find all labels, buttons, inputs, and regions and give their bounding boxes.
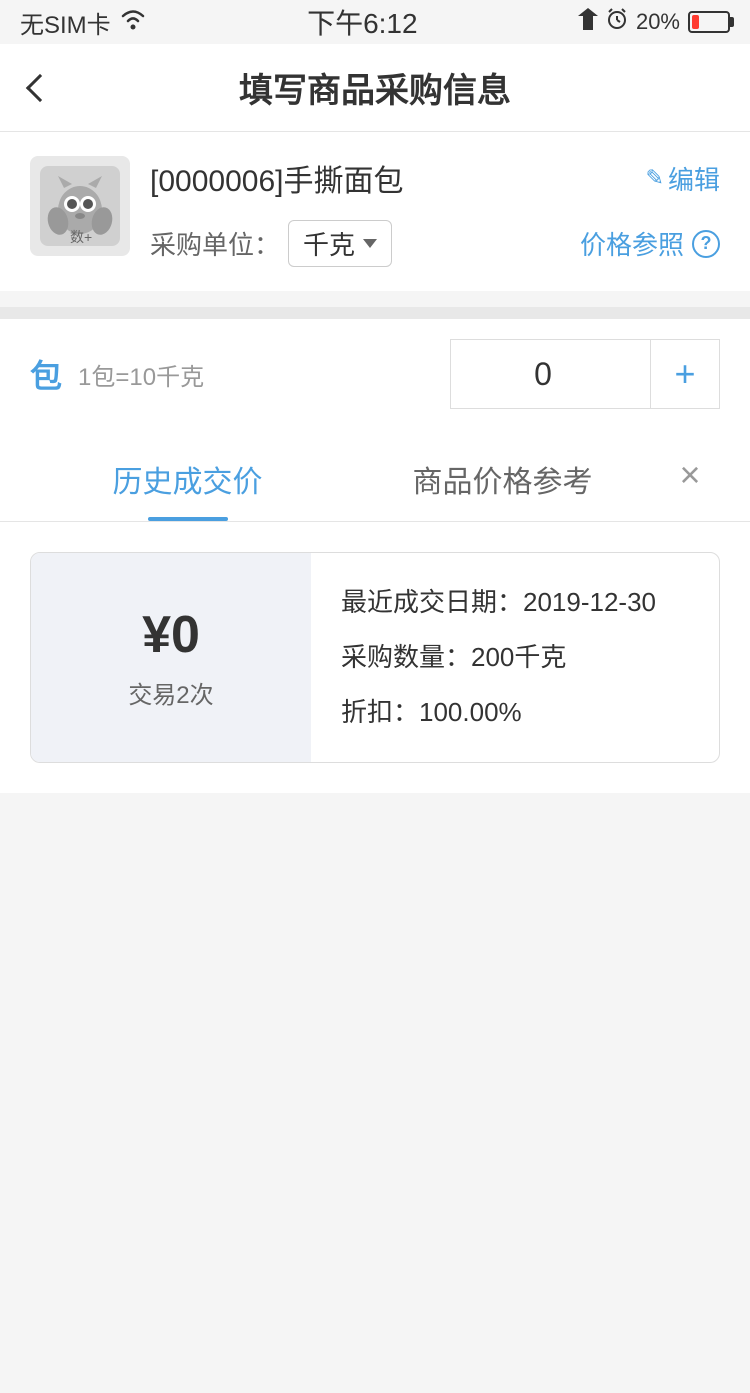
page-background: [0, 793, 750, 1393]
edit-icon: ✎: [646, 165, 664, 191]
tab-price-reference[interactable]: 商品价格参考: [345, 429, 660, 521]
discount-value: 100.00%: [419, 697, 522, 727]
product-section: 数+ [0000006]手撕面包 ✎ 编辑 采购单位： 千克: [0, 132, 750, 291]
tab-history-label: 历史成交价: [113, 466, 263, 499]
quantity-section: 包 1包=10千克 +: [0, 319, 750, 429]
help-icon: ?: [692, 230, 720, 258]
discount-label: 折扣：: [341, 697, 419, 727]
product-name-row: [0000006]手撕面包 ✎ 编辑: [150, 156, 720, 200]
unit-select-dropdown[interactable]: 千克: [288, 220, 392, 267]
section-divider: [0, 307, 750, 319]
history-trades: 交易2次: [128, 675, 213, 710]
edit-button[interactable]: ✎ 编辑: [646, 160, 720, 197]
edit-label: 编辑: [668, 160, 720, 197]
price-ref-label: 价格参照: [580, 225, 684, 262]
package-conversion: 1包=10千克: [78, 357, 204, 392]
unit-row: 采购单位： 千克 价格参照 ?: [150, 220, 720, 267]
carrier-text: 无SIM卡: [20, 5, 111, 40]
tab-header: 历史成交价 商品价格参考 ×: [0, 429, 750, 522]
tab-close-button[interactable]: ×: [660, 445, 720, 505]
quantity-input-group: +: [450, 339, 720, 409]
tab-content-history: ¥0 交易2次 最近成交日期：2019-12-30 采购数量：200千克 折扣：…: [0, 522, 750, 793]
price-ref-button[interactable]: 价格参照 ?: [580, 225, 720, 262]
package-label: 包: [30, 351, 62, 397]
status-bar: 无SIM卡 下午6:12 20%: [0, 0, 750, 44]
unit-label: 采购单位：: [150, 225, 280, 262]
product-name: [0000006]手撕面包: [150, 156, 403, 200]
nav-bar: 填写商品采购信息: [0, 44, 750, 132]
battery-text: 20%: [636, 9, 680, 35]
quantity-plus-button[interactable]: +: [650, 339, 720, 409]
purchase-qty-row: 采购数量：200千克: [341, 638, 689, 677]
back-arrow-icon: [26, 73, 54, 101]
tab-panel: 历史成交价 商品价格参考 × ¥0 交易2次 最近成交日期：2019-12-30…: [0, 429, 750, 793]
status-indicators: 20%: [578, 8, 730, 36]
history-price: ¥0: [142, 605, 200, 665]
tab-history-price[interactable]: 历史成交价: [30, 429, 345, 521]
purchase-qty-label: 采购数量：: [341, 642, 471, 672]
history-card-left: ¥0 交易2次: [31, 553, 311, 762]
recent-date-label: 最近成交日期：: [341, 587, 523, 617]
product-info: [0000006]手撕面包 ✎ 编辑 采购单位： 千克 价格参照: [150, 156, 720, 267]
discount-row: 折扣：100.00%: [341, 693, 689, 732]
location-icon: [578, 8, 598, 36]
status-carrier: 无SIM卡: [20, 5, 147, 40]
status-time: 下午6:12: [307, 2, 418, 42]
product-logo-icon: 数+: [40, 166, 120, 246]
wifi-icon: [119, 8, 147, 37]
back-button[interactable]: [0, 44, 80, 132]
recent-date-row: 最近成交日期：2019-12-30: [341, 583, 689, 622]
help-text: ?: [701, 233, 712, 254]
page-title: 填写商品采购信息: [80, 63, 670, 112]
tab-reference-label: 商品价格参考: [413, 466, 593, 499]
history-card: ¥0 交易2次 最近成交日期：2019-12-30 采购数量：200千克 折扣：…: [30, 552, 720, 763]
unit-value: 千克: [303, 225, 355, 262]
product-row: 数+ [0000006]手撕面包 ✎ 编辑 采购单位： 千克: [30, 156, 720, 267]
svg-text:数+: 数+: [70, 229, 92, 245]
purchase-qty-value: 200千克: [471, 642, 566, 672]
quantity-input[interactable]: [450, 339, 650, 409]
quantity-label-group: 包 1包=10千克: [30, 351, 204, 397]
alarm-icon: [606, 8, 628, 36]
recent-date-value: 2019-12-30: [523, 587, 656, 617]
dropdown-arrow-icon: [363, 239, 377, 248]
battery-icon: [688, 11, 730, 33]
product-image: 数+: [30, 156, 130, 256]
history-card-right: 最近成交日期：2019-12-30 采购数量：200千克 折扣：100.00%: [311, 553, 719, 762]
